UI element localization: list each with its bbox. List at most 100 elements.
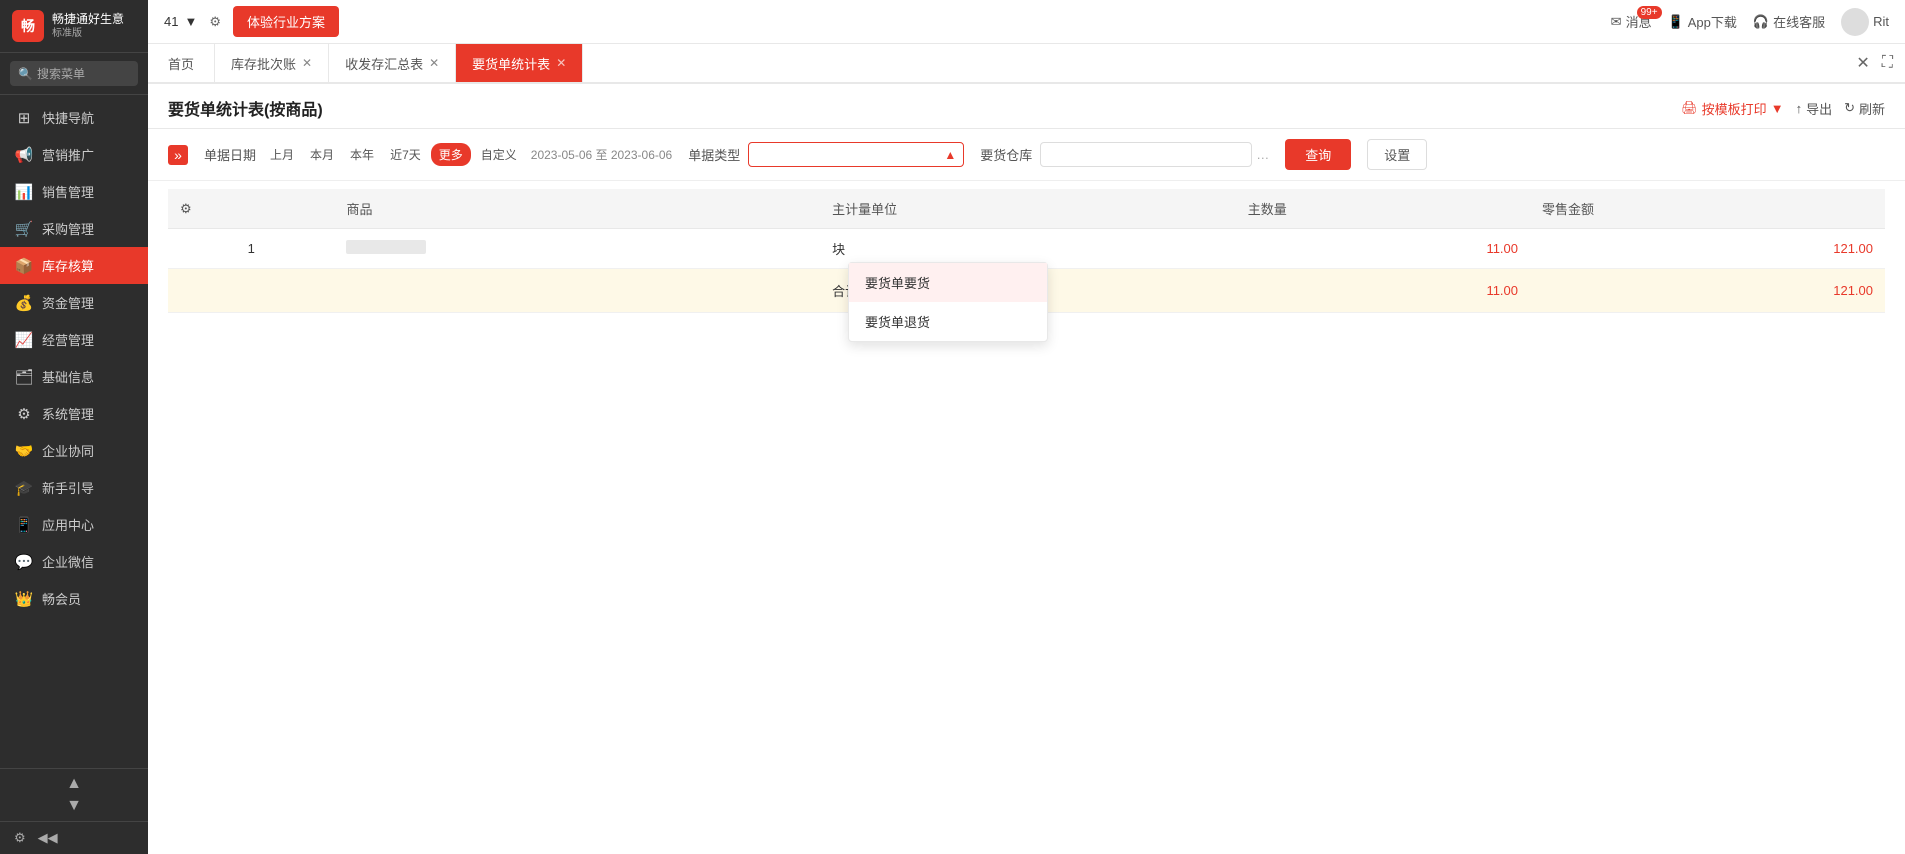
messages-button[interactable]: ✉ 消息 99+: [1611, 12, 1652, 31]
sidebar-label-system: 系统管理: [42, 404, 94, 423]
search-icon: 🔍: [18, 67, 33, 81]
main-area: 41 ▼ ⚙ 体验行业方案 ✉ 消息 99+ 📱 App下载 🎧 在线客服 R: [148, 0, 1905, 854]
logo-text: 畅捷通好生意 标准版: [52, 12, 124, 41]
refresh-icon: ↻: [1844, 100, 1855, 116]
sidebar-item-member[interactable]: 👑畅会员: [0, 580, 148, 617]
print-icon: 🖨: [1681, 100, 1698, 116]
warehouse-more-icon[interactable]: …: [1256, 147, 1269, 162]
sidebar-item-purchase[interactable]: 🛒 采购管理: [0, 210, 148, 247]
sidebar-item-marketing[interactable]: 📢营销推广: [0, 136, 148, 173]
tab-label-requisition-stats: 要货单统计表: [472, 54, 550, 73]
tab-label-inventory-batch: 库存批次账: [231, 54, 296, 73]
column-amount: 零售金额: [1530, 189, 1885, 229]
sidebar-bottom: ⚙ ◀◀: [0, 821, 148, 854]
sidebar-item-enterprise[interactable]: 🤝企业协同: [0, 432, 148, 469]
query-button[interactable]: 查询: [1285, 139, 1351, 170]
date-shortcut-更多[interactable]: 更多: [431, 143, 471, 166]
tab-label-collect-dispatch: 收发存汇总表: [345, 54, 423, 73]
sidebar-icon-finance: 💰: [14, 294, 34, 312]
column-settings[interactable]: ⚙: [168, 189, 334, 229]
print-dropdown-arrow: ▼: [1771, 101, 1784, 116]
sidebar-item-wechat[interactable]: 💬企业微信: [0, 543, 148, 580]
collapse-icon[interactable]: ◀◀: [38, 830, 58, 846]
sidebar-icon-enterprise: 🤝: [14, 442, 34, 460]
sidebar-item-sales[interactable]: 📊 销售管理: [0, 173, 148, 210]
footer-label: [168, 269, 820, 313]
dropdown-item-要货单退货[interactable]: 要货单退货: [849, 302, 1047, 341]
sidebar-nav: ⊞ 快捷导航 📢营销推广 📊 销售管理 🛒 采购管理 📦库存核算 💰 资金管理 📈经营管理 🗂 基础信息…: [0, 95, 148, 768]
tab-label-home: 首页: [168, 54, 194, 73]
footer-total-quantity: 11.00: [1236, 269, 1530, 313]
date-shortcut-近7天[interactable]: 近7天: [384, 143, 427, 166]
topbar: 41 ▼ ⚙ 体验行业方案 ✉ 消息 99+ 📱 App下载 🎧 在线客服 R: [148, 0, 1905, 44]
sidebar-item-business[interactable]: 📈经营管理: [0, 321, 148, 358]
tab-close-collect-dispatch[interactable]: ✕: [429, 56, 439, 70]
filter-expand-button[interactable]: »: [168, 145, 188, 165]
refresh-button[interactable]: ↻ 刷新: [1844, 99, 1885, 118]
sidebar-label-sales: 销售管理: [42, 182, 94, 201]
sidebar-item-system[interactable]: ⚙系统管理: [0, 395, 148, 432]
sidebar: 畅 畅捷通好生意 标准版 🔍 搜索菜单 ⊞ 快捷导航 📢营销推广 📊 销售管理 🛒 采购管理…: [0, 0, 148, 854]
sidebar-icon-inventory: 📦: [14, 257, 34, 275]
store-selector[interactable]: 41 ▼: [164, 14, 197, 29]
export-button[interactable]: ↑ 导出: [1796, 99, 1833, 118]
warehouse-select-input[interactable]: [1040, 142, 1252, 167]
date-shortcut-自定义[interactable]: 自定义: [475, 143, 523, 166]
date-shortcuts: 上月本月本年近7天更多自定义: [264, 143, 523, 166]
sidebar-search-area[interactable]: 🔍 搜索菜单: [0, 53, 148, 95]
topbar-left: 41 ▼ ⚙ 体验行业方案: [164, 6, 339, 37]
sidebar-icon-basic: 🗂: [14, 368, 34, 386]
tab-close-requisition-stats[interactable]: ✕: [556, 56, 566, 70]
close-all-tabs-button[interactable]: ✕: [1852, 49, 1873, 77]
date-shortcut-本月[interactable]: 本月: [304, 143, 340, 166]
online-service-button[interactable]: 🎧 在线客服: [1753, 12, 1825, 31]
dropdown-item-要货单要货[interactable]: 要货单要货: [849, 263, 1047, 302]
sidebar-label-purchase: 采购管理: [42, 219, 94, 238]
date-shortcut-本年[interactable]: 本年: [344, 143, 380, 166]
sidebar-scroll: ▲ ▼: [0, 768, 148, 821]
sidebar-item-basic[interactable]: 🗂 基础信息: [0, 358, 148, 395]
sidebar-item-inventory[interactable]: 📦库存核算: [0, 247, 148, 284]
logo-area: 畅 畅捷通好生意 标准版: [0, 0, 148, 53]
maximize-button[interactable]: ⛶: [1878, 50, 1897, 76]
print-button[interactable]: 🖨 按模板打印 ▼: [1681, 99, 1783, 118]
app-download-button[interactable]: 📱 App下载: [1668, 12, 1737, 31]
date-filter-label: 单据日期: [204, 145, 256, 164]
scroll-up-button[interactable]: ▲: [66, 773, 82, 795]
search-menu-button[interactable]: 🔍 搜索菜单: [10, 61, 138, 86]
sidebar-icon-quick-nav: ⊞: [14, 109, 34, 127]
tabbar: 首页 库存批次账 ✕ 收发存汇总表 ✕ 要货单统计表 ✕ ✕ ⛶: [148, 44, 1905, 84]
sidebar-item-appstore[interactable]: 📱应用中心: [0, 506, 148, 543]
tab-collect-dispatch[interactable]: 收发存汇总表 ✕: [329, 44, 456, 82]
table-header-row: ⚙ 商品 主计量单位 主数量 零售金额: [168, 189, 1885, 229]
sidebar-label-finance: 资金管理: [42, 293, 94, 312]
row-index: 1: [168, 229, 334, 269]
sidebar-label-basic: 基础信息: [42, 367, 94, 386]
topbar-settings-icon[interactable]: ⚙: [209, 14, 221, 30]
sidebar-item-guide[interactable]: 🎓新手引导: [0, 469, 148, 506]
sidebar-icon-sales: 📊: [14, 183, 34, 201]
settings-icon[interactable]: ⚙: [14, 830, 26, 846]
scroll-down-button[interactable]: ▼: [66, 795, 82, 817]
user-profile[interactable]: Rit: [1841, 8, 1889, 36]
tab-home[interactable]: 首页: [148, 44, 215, 82]
column-quantity: 主数量: [1236, 189, 1530, 229]
type-select-input[interactable]: [748, 142, 964, 167]
row-amount: 121.00: [1530, 229, 1885, 269]
sidebar-item-quick-nav[interactable]: ⊞ 快捷导航: [0, 99, 148, 136]
logo-icon: 畅: [12, 10, 44, 42]
page-header: 要货单统计表(按商品) 🖨 按模板打印 ▼ ↑ 导出 ↻ 刷新: [148, 84, 1905, 129]
filter-settings-button[interactable]: 设置: [1367, 139, 1427, 170]
date-shortcut-上月[interactable]: 上月: [264, 143, 300, 166]
tab-requisition-stats[interactable]: 要货单统计表 ✕: [456, 44, 583, 82]
sidebar-item-finance[interactable]: 💰 资金管理: [0, 284, 148, 321]
date-filter-group: 单据日期 上月本月本年近7天更多自定义 2023-05-06 至 2023-06…: [204, 143, 672, 166]
sidebar-label-quick-nav: 快捷导航: [42, 108, 94, 127]
type-filter-group: 单据类型 ▲: [688, 142, 964, 167]
tab-close-inventory-batch[interactable]: ✕: [302, 56, 312, 70]
messages-badge: 99+: [1637, 6, 1662, 19]
sidebar-icon-member: 👑: [14, 590, 34, 608]
trial-button[interactable]: 体验行业方案: [233, 6, 339, 37]
tab-inventory-batch[interactable]: 库存批次账 ✕: [215, 44, 329, 82]
sidebar-icon-purchase: 🛒: [14, 220, 34, 238]
